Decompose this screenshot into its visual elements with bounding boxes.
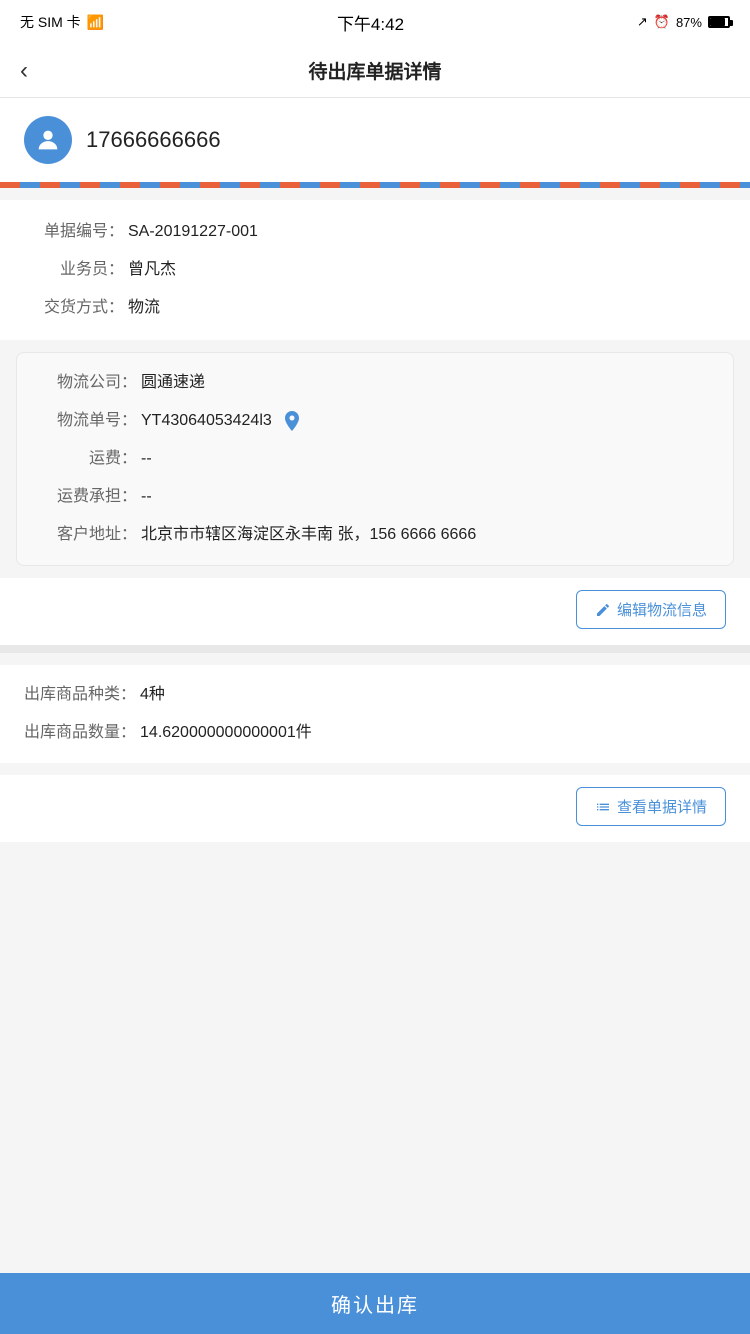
logistics-company-row: 物流公司： 圆通速递 — [37, 371, 713, 395]
user-icon — [34, 126, 62, 154]
logistics-section: 物流公司： 圆通速递 物流单号： YT43064053424l3 运费： -- … — [16, 352, 734, 566]
confirm-outbound-button[interactable]: 确认出库 — [24, 1289, 726, 1318]
logistics-tracking-value: YT43064053424l3 — [137, 409, 713, 433]
goods-quantity-label: 出库商品数量： — [24, 721, 136, 745]
goods-quantity-value: 14.620000000000001件 — [136, 721, 726, 745]
section-divider — [0, 645, 750, 653]
goods-types-row: 出库商品种类： 4种 — [24, 683, 726, 707]
salesman-row: 业务员： 曾凡杰 — [24, 258, 726, 282]
logistics-address-label: 客户地址： — [37, 523, 137, 547]
empty-area — [0, 842, 750, 1102]
logistics-company-label: 物流公司： — [37, 371, 137, 395]
view-detail-label: 查看单据详情 — [617, 796, 707, 817]
logistics-bearer-value: -- — [137, 485, 713, 509]
avatar — [24, 116, 72, 164]
customer-header: 17666666666 — [0, 98, 750, 182]
logistics-bearer-label: 运费承担： — [37, 485, 137, 509]
view-detail-button[interactable]: 查看单据详情 — [576, 787, 726, 826]
customer-phone: 17666666666 — [86, 127, 221, 153]
logistics-freight-row: 运费： -- — [37, 447, 713, 471]
edit-btn-container: 编辑物流信息 — [0, 578, 750, 645]
map-pin-icon[interactable] — [280, 409, 304, 433]
salesman-label: 业务员： — [24, 258, 124, 282]
goods-quantity-row: 出库商品数量： 14.620000000000001件 — [24, 721, 726, 745]
status-left: 无 SIM 卡 📶 — [20, 12, 104, 32]
salesman-value: 曾凡杰 — [124, 258, 726, 282]
logistics-address-row: 客户地址： 北京市市辖区海淀区永丰南 张，156 6666 6666 — [37, 523, 713, 547]
status-time: 下午4:42 — [337, 10, 404, 35]
dashed-divider — [0, 182, 750, 188]
location-status-icon: ↗ — [637, 14, 648, 30]
logistics-freight-label: 运费： — [37, 447, 137, 471]
goods-types-label: 出库商品种类： — [24, 683, 136, 707]
order-number-value: SA-20191227-001 — [124, 220, 726, 244]
goods-section: 出库商品种类： 4种 出库商品数量： 14.620000000000001件 — [0, 665, 750, 763]
confirm-btn-bar: 确认出库 — [0, 1273, 750, 1334]
logistics-company-value: 圆通速递 — [137, 371, 713, 395]
wifi-icon: 📶 — [87, 14, 104, 31]
view-btn-container: 查看单据详情 — [0, 775, 750, 842]
list-icon — [595, 799, 611, 815]
logistics-freight-value: -- — [137, 447, 713, 471]
delivery-label: 交货方式： — [24, 296, 124, 320]
page-title: 待出库单据详情 — [308, 57, 441, 84]
delivery-value: 物流 — [124, 296, 726, 320]
edit-icon — [595, 602, 611, 618]
status-right: ↗ ⏰ 87% — [637, 14, 730, 30]
back-button[interactable]: ‹ — [20, 59, 28, 83]
delivery-row: 交货方式： 物流 — [24, 296, 726, 320]
logistics-tracking-label: 物流单号： — [37, 409, 137, 433]
logistics-tracking-row: 物流单号： YT43064053424l3 — [37, 409, 713, 433]
nav-bar: ‹ 待出库单据详情 — [0, 44, 750, 98]
goods-types-value: 4种 — [136, 683, 726, 707]
edit-logistics-button[interactable]: 编辑物流信息 — [576, 590, 726, 629]
order-number-row: 单据编号： SA-20191227-001 — [24, 220, 726, 244]
edit-logistics-label: 编辑物流信息 — [617, 599, 707, 620]
battery-icon — [708, 16, 730, 28]
order-number-label: 单据编号： — [24, 220, 124, 244]
logistics-address-value: 北京市市辖区海淀区永丰南 张，156 6666 6666 — [137, 523, 713, 547]
battery-text: 87% — [676, 15, 702, 30]
status-bar: 无 SIM 卡 📶 下午4:42 ↗ ⏰ 87% — [0, 0, 750, 44]
alarm-icon: ⏰ — [654, 14, 670, 30]
logistics-bearer-row: 运费承担： -- — [37, 485, 713, 509]
order-info-section: 单据编号： SA-20191227-001 业务员： 曾凡杰 交货方式： 物流 — [0, 200, 750, 340]
sim-text: 无 SIM 卡 — [20, 12, 81, 32]
